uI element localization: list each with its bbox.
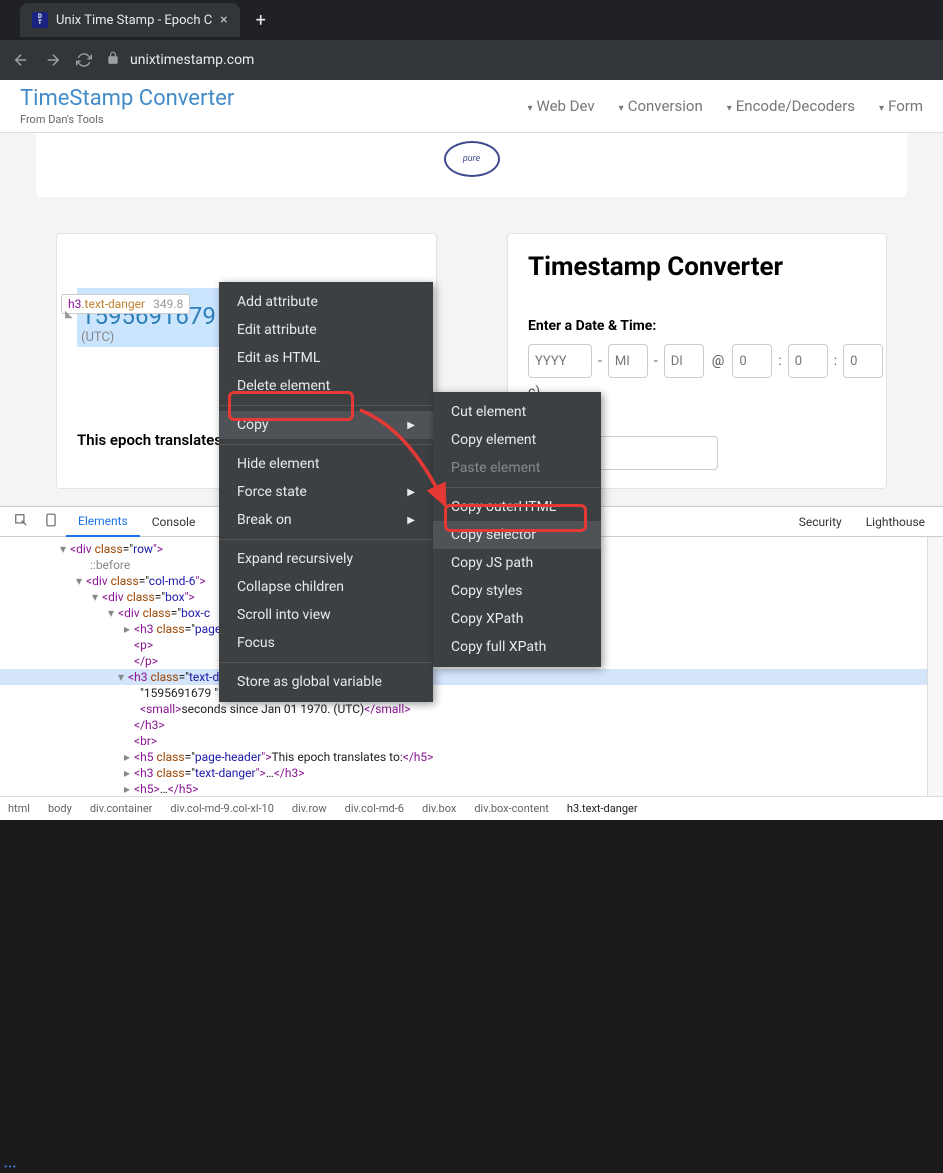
context-menu[interactable]: Add attribute Edit attribute Edit as HTM… [219, 282, 433, 702]
minute-input[interactable] [788, 344, 828, 378]
bc-boxcontent[interactable]: div.box-content [474, 802, 549, 815]
address-bar: unixtimestamp.com [0, 40, 943, 80]
nav-webdev[interactable]: ▾Web Dev [527, 97, 594, 115]
site-title: TimeStamp Converter [20, 86, 234, 111]
ctx-collapse[interactable]: Collapse children [219, 573, 433, 601]
chevron-right-icon: ▶ [407, 487, 415, 498]
bc-html[interactable]: html [8, 802, 30, 815]
url-box[interactable]: unixtimestamp.com [106, 51, 254, 69]
forward-button[interactable] [44, 51, 62, 69]
date-label: Enter a Date & Time: [528, 318, 866, 334]
ctx-scroll[interactable]: Scroll into view [219, 601, 433, 629]
nav-form[interactable]: ▾Form [879, 97, 923, 115]
year-input[interactable] [528, 344, 592, 378]
second-input[interactable] [843, 344, 883, 378]
new-tab-button[interactable]: + [248, 10, 274, 31]
converter-title: Timestamp Converter [528, 252, 866, 282]
devtools-sidebar [927, 537, 943, 796]
ctx-delete[interactable]: Delete element [219, 372, 433, 400]
brand-logo: pure [444, 141, 500, 177]
browser-chrome: DT Unix Time Stamp - Epoch C × + unixtim… [0, 0, 943, 80]
ctx-edit-attr[interactable]: Edit attribute [219, 316, 433, 344]
back-button[interactable] [12, 51, 30, 69]
context-submenu-copy[interactable]: Cut element Copy element Paste element C… [433, 392, 601, 667]
tab-title: Unix Time Stamp - Epoch C [56, 13, 212, 28]
tab-elements[interactable]: Elements [66, 508, 140, 537]
ctx-store-global[interactable]: Store as global variable [219, 668, 433, 696]
site-subtitle: From Dan's Tools [20, 113, 234, 126]
ctx-edit-html[interactable]: Edit as HTML [219, 344, 433, 372]
chevron-right-icon: ▶ [407, 515, 415, 526]
ctx-focus[interactable]: Focus [219, 629, 433, 657]
site-header: TimeStamp Converter From Dan's Tools ▾We… [0, 80, 943, 133]
ctx-copy-selector[interactable]: Copy selector [433, 521, 601, 549]
ctx-copy-outerhtml[interactable]: Copy outerHTML [433, 493, 601, 521]
ctx-force-state[interactable]: Force state▶ [219, 478, 433, 506]
ctx-paste-element: Paste element [433, 454, 601, 482]
ctx-hide[interactable]: Hide element [219, 450, 433, 478]
ctx-copy[interactable]: Copy▶ [219, 411, 433, 439]
selected-node[interactable]: ▾<h3 class="text-danger"> == $0 [0, 669, 927, 685]
date-inputs: - - @ : : [528, 344, 866, 378]
site-nav: ▾Web Dev ▾Conversion ▾Encode/Decoders ▾F… [527, 97, 923, 115]
close-icon[interactable]: × [220, 12, 227, 28]
ctx-expand[interactable]: Expand recursively [219, 545, 433, 573]
month-input[interactable] [608, 344, 648, 378]
ctx-break-on[interactable]: Break on▶ [219, 506, 433, 534]
bc-body[interactable]: body [48, 802, 72, 815]
ctx-copy-styles[interactable]: Copy styles [433, 577, 601, 605]
bc-row[interactable]: div.row [292, 802, 327, 815]
favicon: DT [32, 12, 48, 28]
reload-button[interactable] [76, 52, 92, 68]
inspect-icon[interactable] [6, 513, 36, 530]
tab-console[interactable]: Console [140, 507, 208, 536]
ctx-copy-fullxpath[interactable]: Copy full XPath [433, 633, 601, 661]
tooltip-arrow-icon: ◣ [65, 309, 73, 320]
bc-container[interactable]: div.container [90, 802, 153, 815]
ctx-copy-element[interactable]: Copy element [433, 426, 601, 454]
nav-conversion[interactable]: ▾Conversion [619, 97, 703, 115]
nav-encode[interactable]: ▾Encode/Decoders [727, 97, 855, 115]
chevron-right-icon: ▶ [407, 420, 415, 431]
ctx-add-attr[interactable]: Add attribute [219, 288, 433, 316]
ctx-copy-xpath[interactable]: Copy XPath [433, 605, 601, 633]
hour-input[interactable] [732, 344, 772, 378]
device-icon[interactable] [36, 513, 66, 530]
day-input[interactable] [664, 344, 704, 378]
bc-col9[interactable]: div.col-md-9.col-xl-10 [170, 802, 274, 815]
browser-tab[interactable]: DT Unix Time Stamp - Epoch C × [20, 3, 240, 37]
ctx-copy-jspath[interactable]: Copy JS path [433, 549, 601, 577]
dom-breadcrumbs: html body div.container div.col-md-9.col… [0, 796, 943, 820]
ctx-cut-element[interactable]: Cut element [433, 398, 601, 426]
tab-security[interactable]: Security [787, 507, 854, 536]
tab-lighthouse[interactable]: Lighthouse [854, 507, 937, 536]
logo-area: pure [36, 133, 907, 197]
bc-col6[interactable]: div.col-md-6 [345, 802, 404, 815]
url-text: unixtimestamp.com [130, 52, 254, 68]
bc-h3[interactable]: h3.text-danger [567, 802, 638, 815]
tab-bar: DT Unix Time Stamp - Epoch C × + [0, 0, 943, 40]
lock-icon [106, 51, 120, 69]
bc-box[interactable]: div.box [422, 802, 456, 815]
inspect-tooltip: h3.text-danger349.8 [61, 294, 190, 314]
